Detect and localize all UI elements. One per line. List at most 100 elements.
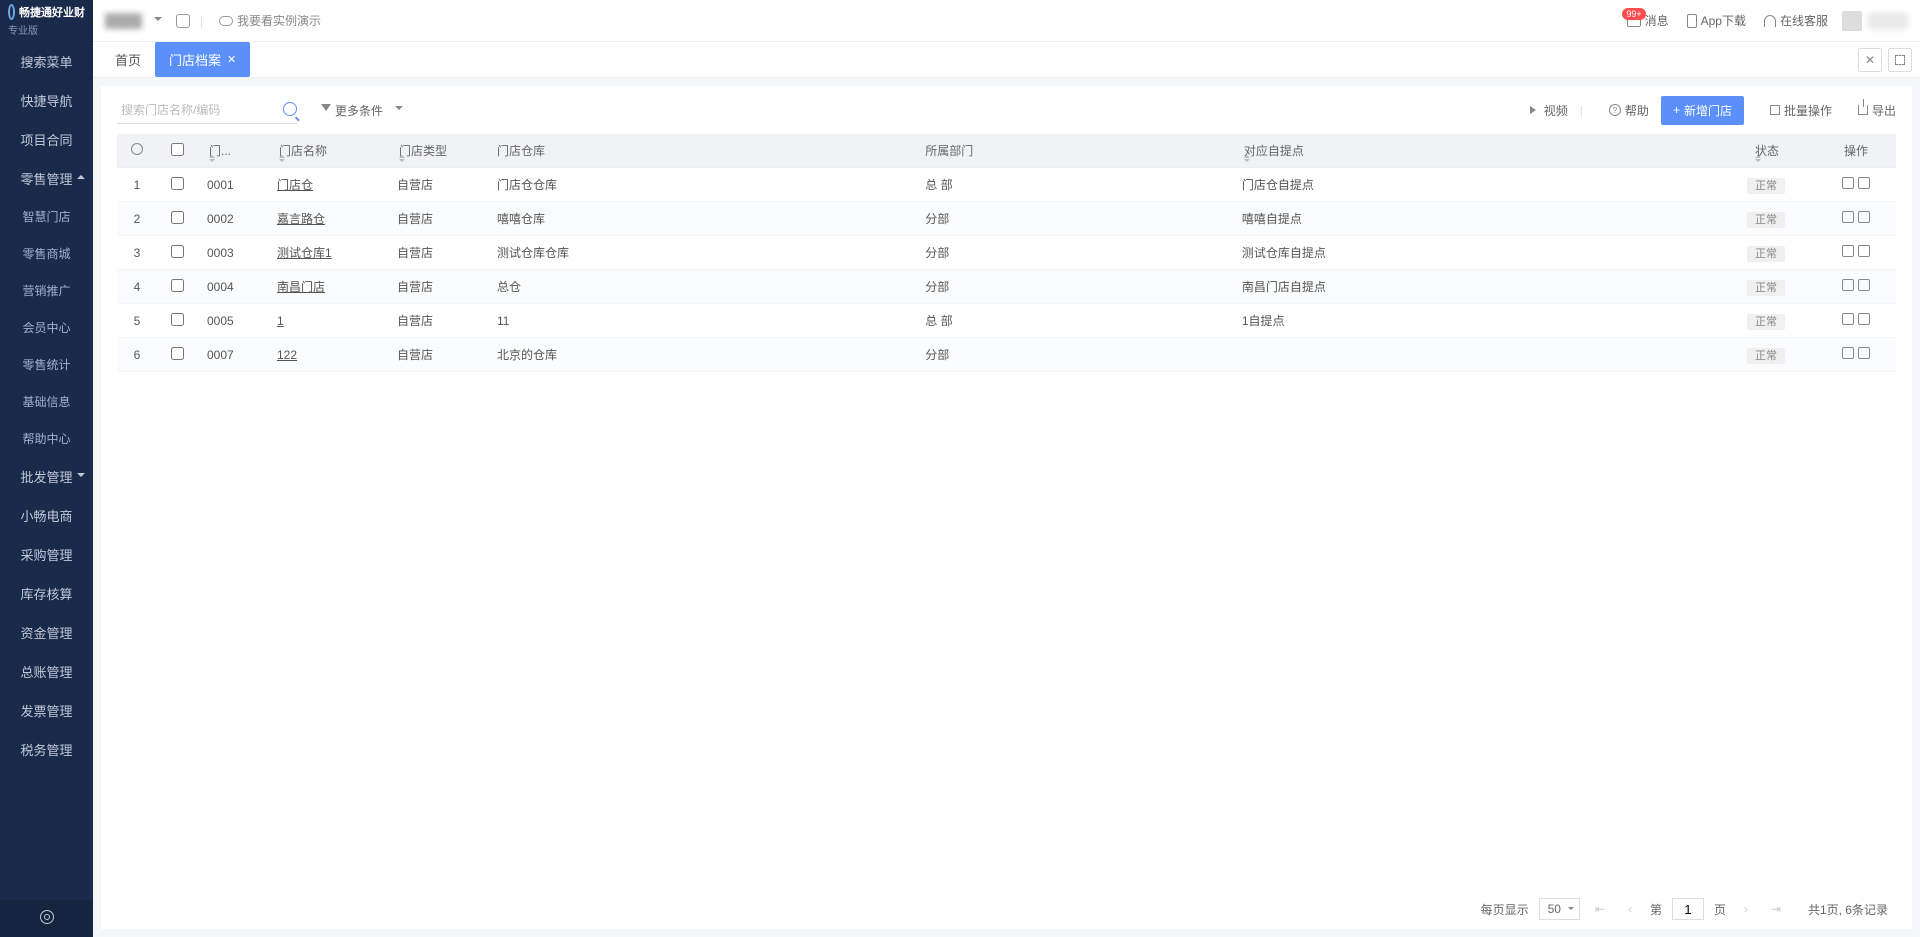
sidebar-subitem[interactable]: 会员中心 [0,309,93,346]
tabs-bar: 首页 门店档案 ✕ ✕ [93,42,1920,78]
new-store-button[interactable]: + 新增门店 [1661,96,1744,125]
sidebar-item[interactable]: 零售管理 [0,159,93,198]
page-first[interactable]: ⇤ [1590,899,1610,919]
page-size-select[interactable]: 50 [1539,898,1580,920]
settings-icon[interactable] [176,14,190,28]
store-name-link[interactable]: 测试仓库1 [277,246,332,260]
row-more-icon[interactable] [1858,279,1870,291]
close-icon[interactable]: ✕ [227,53,236,66]
sidebar-item[interactable]: 项目合同 [0,120,93,159]
sidebar-item[interactable]: 税务管理 [0,730,93,769]
cell-warehouse: 北京的仓库 [487,338,915,372]
col-warehouse[interactable]: 门店仓库 [487,134,915,168]
row-checkbox[interactable] [171,177,184,190]
online-service-label: 在线客服 [1780,12,1828,29]
headset-icon [1764,15,1776,27]
sidebar-item[interactable]: 总账管理 [0,652,93,691]
store-name-link[interactable]: 1 [277,314,284,328]
store-name-link[interactable]: 南昌门店 [277,280,325,294]
cell-warehouse: 总仓 [487,270,915,304]
cell-type: 自营店 [387,168,487,202]
search-icon[interactable] [283,102,297,116]
page-prev[interactable]: ‹ [1620,899,1640,919]
row-more-icon[interactable] [1858,211,1870,223]
logo-icon [8,4,15,20]
row-checkbox[interactable] [171,313,184,326]
cell-code: 0001 [197,168,267,202]
row-edit-icon[interactable] [1842,177,1854,189]
app-download-link[interactable]: App下载 [1687,12,1746,29]
help-link[interactable]: ? 帮助 [1609,102,1649,119]
sidebar-item[interactable]: 快捷导航 [0,81,93,120]
batch-ops-link[interactable]: 批量操作 [1770,102,1832,119]
row-more-icon[interactable] [1858,245,1870,257]
row-index: 2 [117,202,157,236]
cell-dept: 分部 [915,338,1232,372]
sidebar-subitem[interactable]: 基础信息 [0,383,93,420]
row-checkbox[interactable] [171,347,184,360]
sidebar-item[interactable]: 搜索菜单 [0,42,93,81]
messages-label: 消息 [1645,12,1669,29]
row-edit-icon[interactable] [1842,245,1854,257]
search-input[interactable] [117,96,297,124]
status-badge: 正常 [1747,178,1785,194]
video-link[interactable]: 视频 [1530,102,1568,119]
cell-warehouse: 门店仓仓库 [487,168,915,202]
sidebar-subitem[interactable]: 营销推广 [0,272,93,309]
page-last[interactable]: ⇥ [1766,899,1786,919]
demo-link[interactable]: 我要看实例演示 [219,12,321,29]
username[interactable] [1868,13,1908,29]
sidebar-subitem[interactable]: 智慧门店 [0,198,93,235]
store-name-link[interactable]: 门店仓 [277,178,313,192]
cell-code: 0005 [197,304,267,338]
sidebar-item[interactable]: 批发管理 [0,457,93,496]
more-filters-link[interactable]: 更多条件 [321,102,411,119]
row-checkbox[interactable] [171,279,184,292]
help-icon: ? [1609,104,1621,116]
col-dept[interactable]: 所属部门 [915,134,1232,168]
row-edit-icon[interactable] [1842,347,1854,359]
row-edit-icon[interactable] [1842,279,1854,291]
col-pickup[interactable]: 对应自提点 [1232,134,1716,168]
sidebar-item[interactable]: 库存核算 [0,574,93,613]
fullscreen-button[interactable] [1888,48,1912,72]
chevron-down-icon[interactable] [154,17,162,25]
stores-table: 门... 门店名称 门店类型 门店仓库 所属部门 对应自提点 状态 操作 100… [117,134,1896,372]
export-link[interactable]: 导出 [1858,102,1896,119]
tab-store-archive[interactable]: 门店档案 ✕ [155,42,250,77]
sidebar-item[interactable]: 资金管理 [0,613,93,652]
close-tab-button[interactable]: ✕ [1858,48,1882,72]
col-type[interactable]: 门店类型 [387,134,487,168]
store-name-link[interactable]: 122 [277,348,297,362]
row-edit-icon[interactable] [1842,211,1854,223]
tab-home[interactable]: 首页 [101,42,155,77]
row-more-icon[interactable] [1858,177,1870,189]
sidebar-item[interactable]: 采购管理 [0,535,93,574]
col-name[interactable]: 门店名称 [267,134,387,168]
table-row: 40004南昌门店自营店总仓分部南昌门店自提点正常 [117,270,1896,304]
select-all-checkbox[interactable] [171,143,184,156]
cell-warehouse: 嘻嘻仓库 [487,202,915,236]
sidebar-item[interactable]: 发票管理 [0,691,93,730]
row-checkbox[interactable] [171,245,184,258]
sidebar-item[interactable]: 小畅电商 [0,496,93,535]
store-name-link[interactable]: 嘉言路仓 [277,212,325,226]
sidebar-subitem[interactable]: 帮助中心 [0,420,93,457]
org-name[interactable]: ████ [105,13,142,28]
row-more-icon[interactable] [1858,347,1870,359]
online-service-link[interactable]: 在线客服 [1764,12,1828,29]
col-code[interactable]: 门... [197,134,267,168]
page-next[interactable]: › [1736,899,1756,919]
sidebar-subitem[interactable]: 零售统计 [0,346,93,383]
row-checkbox[interactable] [171,211,184,224]
col-status[interactable]: 状态 [1716,134,1816,168]
avatar[interactable] [1842,11,1862,31]
row-more-icon[interactable] [1858,313,1870,325]
messages-link[interactable]: 99+ 消息 [1627,12,1669,29]
row-edit-icon[interactable] [1842,313,1854,325]
page-input[interactable] [1672,898,1704,920]
sidebar-subitem[interactable]: 零售商城 [0,235,93,272]
chevron-down-icon [395,106,403,114]
sidebar-settings[interactable] [0,900,93,937]
table-settings-icon[interactable] [131,143,143,155]
